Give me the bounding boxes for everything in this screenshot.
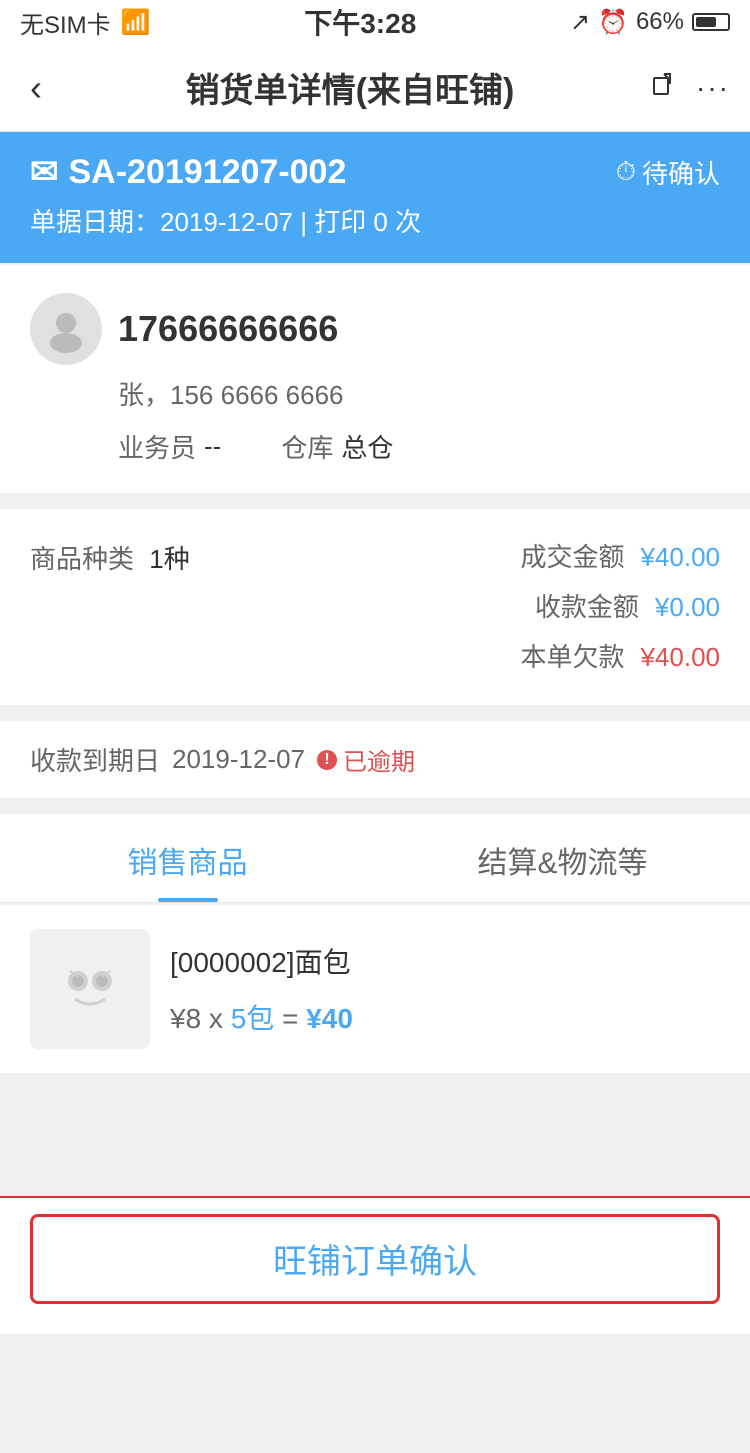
amount-row-0: 成交金额 ¥40.00 bbox=[520, 533, 720, 581]
product-types: 商品种类 1种 bbox=[30, 533, 190, 585]
amount-row-1: 收款金额 ¥0.00 bbox=[535, 583, 720, 631]
order-id-row: ✉ SA-20191207-002 ⏱ 待确认 bbox=[30, 152, 720, 192]
amount-value-1: ¥0.00 bbox=[655, 583, 720, 631]
share-icon[interactable] bbox=[648, 68, 680, 107]
battery-text: 66% bbox=[636, 8, 684, 36]
page-title: 销货单详情(来自旺铺) bbox=[186, 63, 515, 112]
price-equals: = bbox=[274, 1003, 306, 1034]
wifi-icon: 📶 bbox=[121, 8, 151, 37]
amount-label-1: 收款金额 bbox=[535, 583, 639, 631]
product-price: ¥8 x 5包 = ¥40 bbox=[170, 997, 720, 1037]
amount-label-0: 成交金额 bbox=[520, 533, 624, 581]
alarm-icon: ⏰ bbox=[598, 8, 628, 37]
overdue-badge: ! 已逾期 bbox=[317, 742, 415, 777]
confirm-button-wrap: 旺铺订单确认 bbox=[0, 1196, 750, 1334]
more-icon[interactable]: ··· bbox=[696, 72, 730, 104]
warehouse-label: 仓库 bbox=[281, 428, 333, 465]
status-left: 无SIM卡 📶 bbox=[20, 5, 151, 40]
summary-left: 商品种类 1种 bbox=[30, 533, 190, 585]
order-id: ✉ SA-20191207-002 bbox=[30, 152, 346, 192]
amount-row-2: 本单欠款 ¥40.00 bbox=[520, 633, 720, 681]
avatar bbox=[30, 293, 102, 365]
sales-rep: 业务员 -- bbox=[118, 428, 221, 465]
tabs-bar: 销售商品 结算&物流等 bbox=[0, 814, 750, 903]
amount-label-2: 本单欠款 bbox=[520, 633, 624, 681]
carrier-text: 无SIM卡 bbox=[20, 5, 111, 40]
customer-phone: 17666666666 bbox=[118, 308, 338, 350]
back-button[interactable]: ‹ bbox=[20, 57, 52, 119]
summary-card: 商品种类 1种 成交金额 ¥40.00 收款金额 ¥0.00 本单欠款 ¥40.… bbox=[0, 509, 750, 705]
price-total: ¥40 bbox=[306, 1003, 353, 1034]
customer-card: 17666666666 张，156 6666 6666 业务员 -- 仓库 总仓 bbox=[0, 265, 750, 493]
summary-right: 成交金额 ¥40.00 收款金额 ¥0.00 本单欠款 ¥40.00 bbox=[520, 533, 720, 681]
status-time: 下午3:28 bbox=[304, 2, 416, 42]
warehouse: 仓库 总仓 bbox=[281, 428, 393, 465]
product-name: [0000002]面包 bbox=[170, 941, 720, 981]
order-header: ✉ SA-20191207-002 ⏱ 待确认 单据日期：2019-12-07 … bbox=[0, 132, 750, 263]
price-text: ¥8 x bbox=[170, 1003, 231, 1034]
status-text: 待确认 bbox=[642, 154, 720, 191]
order-id-text: SA-20191207-002 bbox=[69, 153, 347, 192]
due-date-card: 收款到期日 2019-12-07 ! 已逾期 bbox=[0, 721, 750, 798]
order-status: ⏱ 待确认 bbox=[616, 154, 720, 191]
nav-bar: ‹ 销货单详情(来自旺铺) ··· bbox=[0, 44, 750, 132]
product-thumbnail bbox=[30, 929, 150, 1049]
nav-actions: ··· bbox=[648, 68, 730, 107]
status-right: ↗ ⏰ 66% bbox=[570, 8, 730, 37]
warehouse-value: 总仓 bbox=[341, 428, 393, 465]
tab-settlement-logistics[interactable]: 结算&物流等 bbox=[375, 814, 750, 902]
customer-meta: 业务员 -- 仓库 总仓 bbox=[118, 428, 720, 465]
sales-rep-label: 业务员 bbox=[118, 428, 196, 465]
customer-row: 17666666666 bbox=[30, 293, 720, 365]
due-date-value: 2019-12-07 bbox=[172, 744, 305, 775]
amount-value-2: ¥40.00 bbox=[640, 633, 720, 681]
location-icon: ↗ bbox=[570, 8, 590, 37]
overdue-dot-icon: ! bbox=[317, 750, 337, 770]
product-types-label: 商品种类 bbox=[30, 544, 134, 574]
battery-bar bbox=[692, 13, 730, 31]
status-clock-icon: ⏱ bbox=[616, 156, 636, 188]
order-icon: ✉ bbox=[30, 152, 59, 192]
due-date-label: 收款到期日 bbox=[30, 741, 160, 778]
confirm-order-button[interactable]: 旺铺订单确认 bbox=[30, 1214, 720, 1304]
status-bar: 无SIM卡 📶 下午3:28 ↗ ⏰ 66% bbox=[0, 0, 750, 44]
amount-value-0: ¥40.00 bbox=[640, 533, 720, 581]
product-card: [0000002]面包 ¥8 x 5包 = ¥40 bbox=[0, 905, 750, 1073]
tab-sales-products[interactable]: 销售商品 bbox=[0, 814, 375, 902]
product-types-value: 1种 bbox=[149, 544, 189, 574]
price-qty: 5包 bbox=[231, 1003, 275, 1034]
battery-fill bbox=[696, 17, 716, 27]
overdue-text: 已逾期 bbox=[343, 742, 415, 777]
sales-rep-value: -- bbox=[204, 431, 221, 462]
product-info: [0000002]面包 ¥8 x 5包 = ¥40 bbox=[170, 941, 720, 1037]
customer-name: 张，156 6666 6666 bbox=[118, 375, 720, 412]
order-date: 单据日期：2019-12-07 | 打印 0 次 bbox=[30, 202, 720, 239]
